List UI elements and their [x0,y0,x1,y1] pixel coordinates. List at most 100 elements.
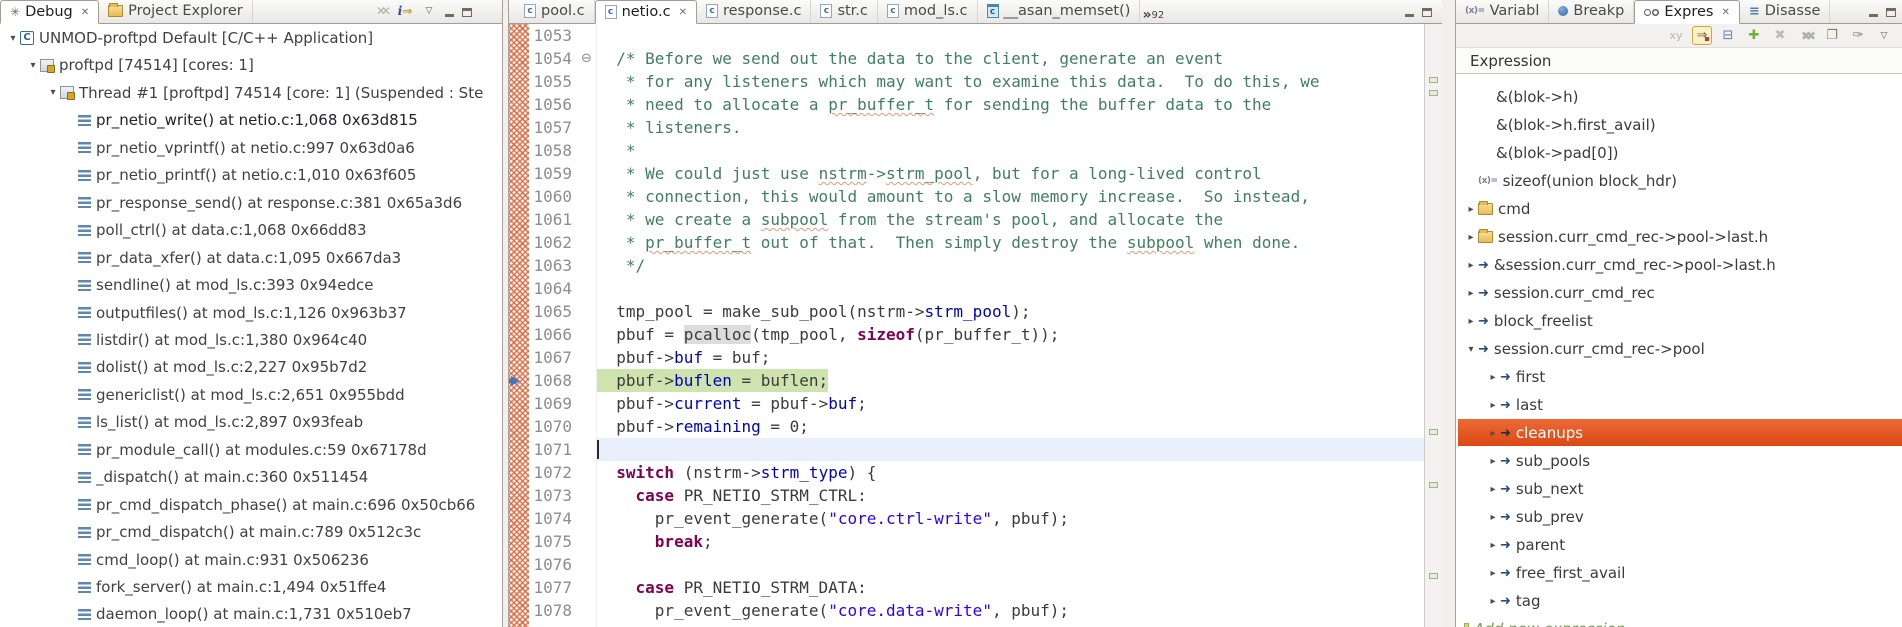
expander-collapsed-icon[interactable]: ▸ [1486,484,1500,495]
expander-collapsed-icon[interactable]: ▸ [1464,288,1478,299]
fold-collapse-icon[interactable]: ⊖ [577,47,596,70]
expression-row[interactable]: ▸session.curr_cmd_rec->pool->last.h [1456,223,1902,251]
code-line[interactable]: * [597,139,1424,162]
code-line[interactable]: break; [597,622,1424,627]
stack-frame-row[interactable]: pr_cmd_dispatch_phase() at main.c:696 0x… [0,491,502,519]
expression-row[interactable]: ▾➜session.curr_cmd_rec->pool [1456,335,1902,363]
expander-collapsed-icon[interactable]: ▸ [1486,456,1500,467]
close-icon[interactable]: ✕ [679,7,687,18]
expression-row[interactable]: ▸➜last [1456,391,1902,419]
code-line[interactable]: pbuf->buflen = buflen; [597,369,1424,392]
expressions-tree[interactable]: &(blok->h)&(blok->h.first_avail)&(blok->… [1456,74,1902,627]
expression-row[interactable]: &(blok->pad[0]) [1456,139,1902,167]
code-line[interactable]: pbuf = pcalloc(tmp_pool, sizeof(pr_buffe… [597,323,1424,346]
stack-frame-row[interactable]: pr_data_xfer() at data.c:1,095 0x667da3 [0,244,502,272]
code-line[interactable]: pbuf->buf = buf; [597,346,1424,369]
stack-frame-row[interactable]: pr_netio_vprintf() at netio.c:997 0x63d0… [0,134,502,162]
expander-collapsed-icon[interactable]: ▸ [1486,512,1500,523]
overview-annotation-marker[interactable] [1429,77,1438,83]
code-line[interactable] [597,438,1424,461]
maximize-editor-icon[interactable] [1422,8,1432,17]
stack-frame-row[interactable]: pr_netio_write() at netio.c:1,068 0x63d8… [0,106,502,134]
stack-frame-row[interactable]: pr_netio_printf() at netio.c:1,010 0x63f… [0,161,502,189]
stack-frame-row[interactable]: daemon_loop() at main.c:1,731 0x510eb7 [0,600,502,627]
stack-frame-row[interactable]: listdir() at mod_ls.c:1,380 0x964c40 [0,326,502,354]
code-line[interactable]: pbuf->remaining = 0; [597,415,1424,438]
tab-expres[interactable]: Expres✕ [1634,0,1739,24]
expander-collapsed-icon[interactable]: ▸ [1464,260,1478,271]
code-line[interactable]: * need to allocate a pr_buffer_t for sen… [597,93,1424,116]
debug-tree-node[interactable]: ▾proftpd [74514] [cores: 1] [0,51,502,79]
minimize-view-icon[interactable] [1869,14,1878,17]
view-menu-icon[interactable]: ▽ [1874,26,1894,45]
close-icon[interactable]: ✕ [81,7,89,18]
stack-frame-row[interactable]: pr_module_call() at modules.c:59 0x67178… [0,436,502,464]
editor-tab-str-c[interactable]: cstr.c [811,0,877,23]
expander-expanded-icon[interactable]: ▾ [1464,344,1478,355]
expander-expanded-icon[interactable]: ▾ [26,60,40,71]
expression-row[interactable]: &(blok->h) [1456,83,1902,111]
code-line[interactable] [597,553,1424,576]
maximize-view-icon[interactable] [1886,8,1896,17]
code-line[interactable]: break; [597,530,1424,553]
add-expression-icon[interactable]: ✚ [1744,26,1764,45]
code-line[interactable]: tmp_pool = make_sub_pool(nstrm->strm_poo… [597,300,1424,323]
remove-all-expressions-icon[interactable]: ✖✖ [1796,26,1816,45]
stack-frame-row[interactable]: pr_response_send() at response.c:381 0x6… [0,189,502,217]
code-text-area[interactable]: /* Before we send out the data to the cl… [597,24,1424,627]
expander-collapsed-icon[interactable]: ▸ [1464,232,1478,243]
expander-collapsed-icon[interactable]: ▸ [1464,204,1478,215]
expression-row[interactable]: ▸➜tag [1456,587,1902,615]
expander-expanded-icon[interactable]: ▾ [6,33,20,44]
code-line[interactable]: /* Before we send out the data to the cl… [597,47,1424,70]
stack-frame-row[interactable]: outputfiles() at mod_ls.c:1,126 0x963b37 [0,299,502,327]
expression-row[interactable]: ▸➜free_first_avail [1456,559,1902,587]
minimize-view-icon[interactable] [445,14,454,17]
show-type-names-icon[interactable]: xy [1666,26,1686,45]
expander-collapsed-icon[interactable]: ▸ [1486,372,1500,383]
editor-tab-netio-c[interactable]: cnetio.c✕ [595,0,697,24]
editor-tab--asan-memset-[interactable]: c__asan_memset() [978,0,1141,23]
remove-expression-icon[interactable]: ✖ [1770,26,1790,45]
expression-row[interactable]: ▸➜sub_pools [1456,447,1902,475]
expander-collapsed-icon[interactable]: ▸ [1464,316,1478,327]
tab-project-explorer[interactable]: Project Explorer [99,0,253,23]
code-line[interactable]: pr_event_generate("core.data-write", pbu… [597,599,1424,622]
expression-row[interactable]: ▸➜&session.curr_cmd_rec->pool->last.h [1456,251,1902,279]
overview-ruler[interactable] [1424,24,1442,627]
line-number-ruler[interactable]: 1053105410551056105710581059106010611062… [529,24,577,627]
tab-disasse[interactable]: ≡Disasse [1740,0,1831,23]
stack-frame-row[interactable]: fork_server() at main.c:1,494 0x51ffe4 [0,573,502,601]
expression-row[interactable]: (x)=sizeof(union block_hdr) [1456,167,1902,195]
expression-row[interactable]: &(blok->h.first_avail) [1456,111,1902,139]
code-line[interactable]: pr_event_generate("core.ctrl-write", pbu… [597,507,1424,530]
remove-all-terminated-icon[interactable]: ✕✕ [372,2,390,20]
stack-frame-row[interactable]: poll_ctrl() at data.c:1,068 0x66dd83 [0,216,502,244]
right-sash[interactable] [1442,0,1456,627]
expression-row[interactable]: ▸➜sub_next [1456,475,1902,503]
editor-tab-mod-ls-c[interactable]: cmod_ls.c [878,0,978,23]
expander-collapsed-icon[interactable]: ▸ [1486,540,1500,551]
tab-breakp[interactable]: Breakp [1549,0,1634,23]
editor-tab-pool-c[interactable]: cpool.c [515,0,595,23]
stack-frame-row[interactable]: pr_cmd_dispatch() at main.c:789 0x512c3c [0,518,502,546]
expander-expanded-icon[interactable]: ▾ [46,87,60,98]
editor-tab-response-c[interactable]: cresponse.c [697,0,811,23]
code-line[interactable]: */ [597,254,1424,277]
code-line[interactable]: * pr_buffer_t out of that. Then simply d… [597,231,1424,254]
close-icon[interactable]: ✕ [1721,7,1729,18]
expression-row[interactable]: ▸➜block_freelist [1456,307,1902,335]
view-menu-icon[interactable]: ▽ [420,2,438,20]
stack-frame-row[interactable]: cmd_loop() at main.c:931 0x506236 [0,546,502,574]
expression-row[interactable]: ▸cmd [1456,195,1902,223]
tab-variabl[interactable]: (x)=Variabl [1456,0,1549,23]
stack-frame-row[interactable]: _dispatch() at main.c:360 0x511454 [0,463,502,491]
overview-annotation-marker[interactable] [1429,429,1438,435]
expression-row[interactable]: ▸➜session.curr_cmd_rec [1456,279,1902,307]
debug-tree-node[interactable]: ▾Thread #1 [proftpd] 74514 [core: 1] (Su… [0,79,502,107]
tab-debug[interactable]: ✳Debug✕ [0,0,99,24]
code-line[interactable]: * connection, this would amount to a slo… [597,185,1424,208]
overview-annotation-marker[interactable] [1429,90,1438,96]
overview-annotation-marker[interactable] [1429,482,1438,488]
annotation-ruler[interactable] [509,24,529,627]
